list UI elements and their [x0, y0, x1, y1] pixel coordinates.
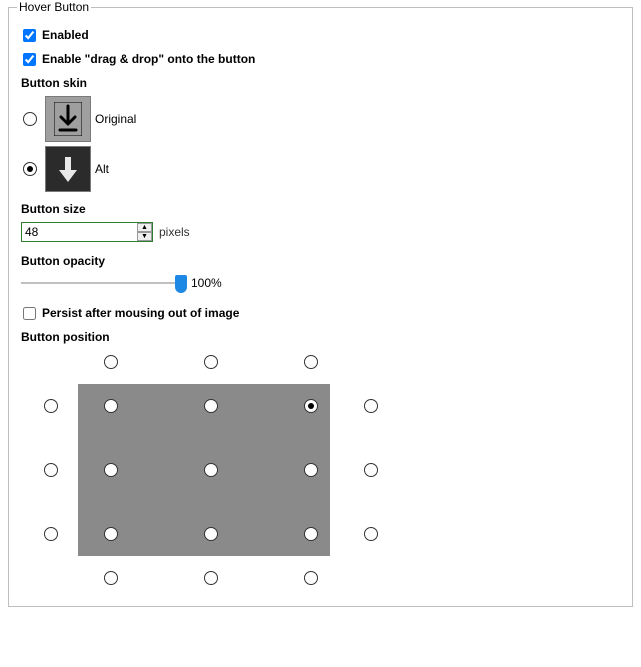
skin-original-label: Original [95, 112, 136, 126]
button-opacity-heading: Button opacity [21, 254, 624, 268]
position-radio-r2-c0[interactable] [44, 463, 58, 477]
position-radio-r3-c3[interactable] [304, 527, 318, 541]
skin-alt-preview [45, 146, 91, 192]
position-radio-r2-c3[interactable] [304, 463, 318, 477]
stepper-down-button[interactable]: ▼ [137, 232, 152, 241]
position-radio-r1-c3[interactable] [304, 399, 318, 413]
button-size-stepper[interactable]: ▲ ▼ [21, 222, 153, 242]
position-radio-r3-c1[interactable] [104, 527, 118, 541]
position-radio-r2-c2[interactable] [204, 463, 218, 477]
skin-original-preview [45, 96, 91, 142]
button-size-unit: pixels [159, 225, 190, 239]
position-radio-r3-c4[interactable] [364, 527, 378, 541]
opacity-slider[interactable] [21, 274, 181, 292]
button-size-input[interactable] [21, 222, 153, 242]
skin-original-radio[interactable] [23, 112, 37, 126]
position-radio-r4-c1[interactable] [104, 571, 118, 585]
opacity-value-label: 100% [191, 276, 222, 290]
arrow-down-icon [56, 154, 80, 184]
opacity-slider-thumb[interactable] [175, 275, 187, 293]
enabled-checkbox[interactable] [23, 29, 36, 42]
position-radio-r2-c4[interactable] [364, 463, 378, 477]
button-position-heading: Button position [21, 330, 624, 344]
position-radio-r4-c2[interactable] [204, 571, 218, 585]
position-radio-r1-c1[interactable] [104, 399, 118, 413]
persist-label: Persist after mousing out of image [42, 306, 239, 320]
stepper-up-button[interactable]: ▲ [137, 223, 152, 232]
position-radio-r0-c3[interactable] [304, 355, 318, 369]
position-radio-r1-c2[interactable] [204, 399, 218, 413]
drag-drop-checkbox[interactable] [23, 53, 36, 66]
persist-checkbox[interactable] [23, 307, 36, 320]
group-legend: Hover Button [17, 0, 91, 14]
drag-drop-label: Enable "drag & drop" onto the button [42, 52, 255, 66]
position-radio-r4-c3[interactable] [304, 571, 318, 585]
skin-alt-label: Alt [95, 162, 109, 176]
position-radio-r0-c1[interactable] [104, 355, 118, 369]
button-skin-heading: Button skin [21, 76, 624, 90]
button-size-heading: Button size [21, 202, 624, 216]
position-radio-r2-c1[interactable] [104, 463, 118, 477]
position-radio-r3-c0[interactable] [44, 527, 58, 541]
hover-button-group: Hover Button Enabled Enable "drag & drop… [8, 0, 633, 607]
arrow-down-icon [54, 102, 82, 136]
enabled-label: Enabled [42, 28, 89, 42]
position-radio-r1-c4[interactable] [364, 399, 378, 413]
position-grid [31, 350, 371, 590]
position-radio-r0-c2[interactable] [204, 355, 218, 369]
skin-alt-radio[interactable] [23, 162, 37, 176]
position-radio-r1-c0[interactable] [44, 399, 58, 413]
position-radio-r3-c2[interactable] [204, 527, 218, 541]
